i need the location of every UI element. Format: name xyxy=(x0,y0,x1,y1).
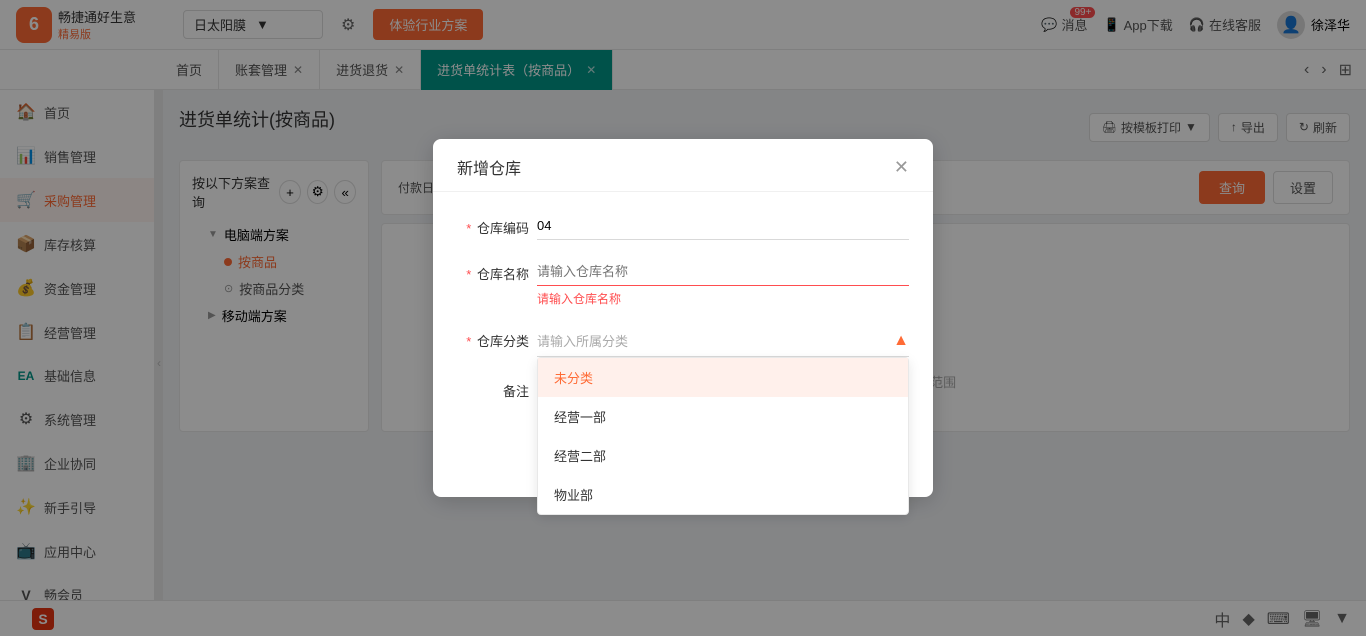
modal-header: 新增仓库 ✕ xyxy=(433,139,933,192)
modal-body: * 仓库编码 * 仓库名称 请输入仓库名称 * 仓库分类 xyxy=(433,192,933,429)
modal-title: 新增仓库 xyxy=(457,155,521,179)
category-dropdown-list: 未分类 经营一部 经营二部 物业部 xyxy=(537,357,909,515)
name-field: 请输入仓库名称 xyxy=(537,258,909,307)
category-option-3[interactable]: 物业部 xyxy=(538,475,908,514)
modal-close-button[interactable]: ✕ xyxy=(894,157,909,178)
form-row-category: * 仓库分类 请输入所属分类 ▲ 未分类 经营一部 经营二部 物业部 xyxy=(457,325,909,357)
remark-label: 备注 xyxy=(457,375,537,400)
category-option-2[interactable]: 经营二部 xyxy=(538,436,908,475)
code-field xyxy=(537,212,909,240)
form-row-code: * 仓库编码 xyxy=(457,212,909,240)
code-label: * 仓库编码 xyxy=(457,212,537,237)
name-input[interactable] xyxy=(537,258,909,286)
category-option-1[interactable]: 经营一部 xyxy=(538,397,908,436)
code-input[interactable] xyxy=(537,212,909,240)
category-dropdown[interactable]: 请输入所属分类 ▲ xyxy=(537,325,909,357)
name-label: * 仓库名称 xyxy=(457,258,537,283)
category-label: * 仓库分类 xyxy=(457,325,537,350)
add-warehouse-modal: 新增仓库 ✕ * 仓库编码 * 仓库名称 请输入仓库名称 xyxy=(433,139,933,497)
form-row-name: * 仓库名称 请输入仓库名称 xyxy=(457,258,909,307)
name-error-msg: 请输入仓库名称 xyxy=(537,290,909,307)
category-option-0[interactable]: 未分类 xyxy=(538,358,908,397)
category-field: 请输入所属分类 ▲ 未分类 经营一部 经营二部 物业部 xyxy=(537,325,909,357)
category-chevron-icon: ▲ xyxy=(893,332,909,350)
category-placeholder: 请输入所属分类 xyxy=(537,331,628,350)
